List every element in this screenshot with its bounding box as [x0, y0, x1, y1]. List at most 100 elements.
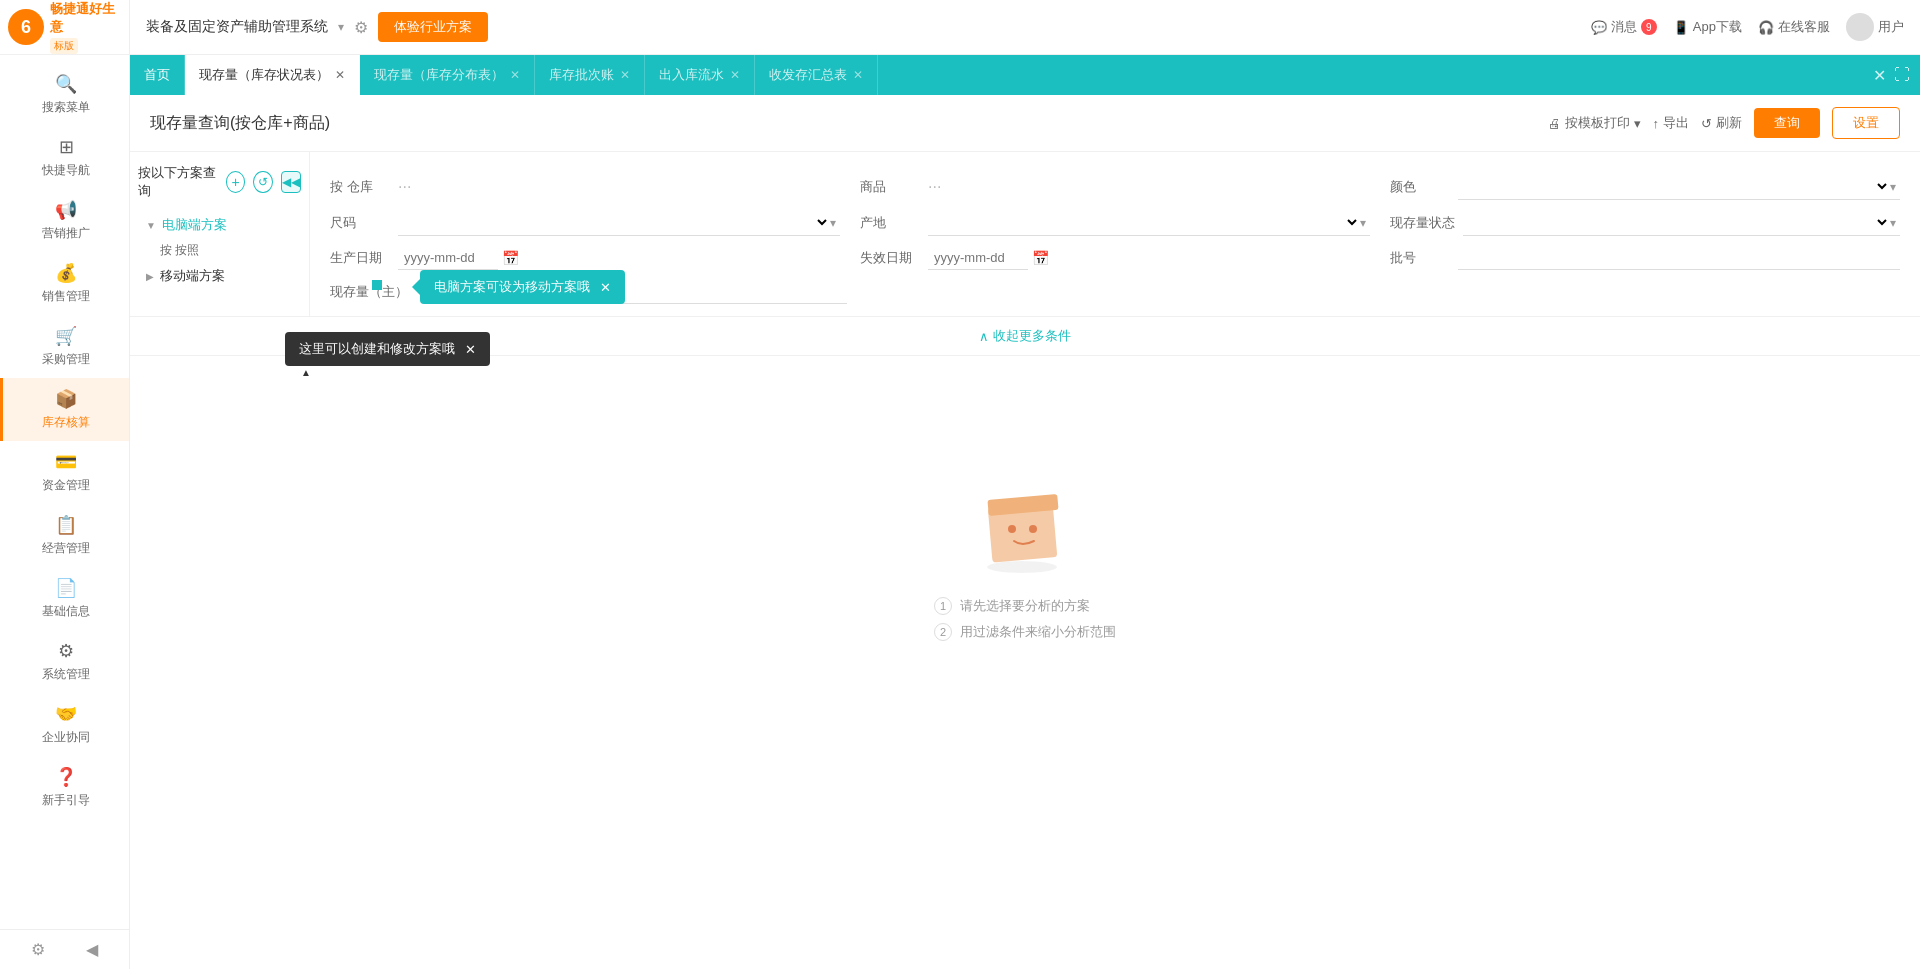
filter-produce-date-label: 生产日期 — [330, 249, 390, 267]
sidebar-item-finance[interactable]: 💳 资金管理 — [0, 441, 129, 504]
filter-size-select[interactable] — [398, 210, 830, 235]
tab-batch-account-close[interactable]: ✕ — [620, 68, 630, 82]
step2-num: 2 — [934, 623, 952, 641]
tab-home-label: 首页 — [144, 66, 170, 84]
filter-row-1: 按 仓库 ··· 商品 ··· 颜色 — [330, 174, 1900, 200]
close-all-tabs-btn[interactable]: ✕ — [1873, 66, 1886, 85]
edit-tooltip-close[interactable]: ✕ — [465, 342, 476, 357]
filter-left-panel: 按以下方案查询 + ↺ ◀◀ ▼ 电脑端方案 按 按照 — [130, 152, 310, 316]
sidebar-item-enterprise[interactable]: 🤝 企业协同 — [0, 693, 129, 756]
topbar-settings-btn[interactable]: ⚙ — [354, 18, 368, 37]
filter-warehouse: 按 仓库 ··· — [330, 174, 840, 200]
filter-add-btn[interactable]: + — [226, 171, 246, 193]
sidebar-item-guide[interactable]: ❓ 新手引导 — [0, 756, 129, 819]
filter-produce-date-calendar[interactable]: 📅 — [502, 250, 519, 266]
empty-step-1: 1 请先选择要分析的方案 — [934, 593, 1116, 619]
set-btn[interactable]: 设置 — [1832, 107, 1900, 139]
filter-stock-status-select[interactable] — [1463, 210, 1890, 235]
print-label: 按模板打印 — [1565, 114, 1630, 132]
filter-size-select-wrap: ▾ — [398, 210, 840, 236]
basic-icon: 📄 — [55, 577, 77, 599]
svg-point-2 — [1008, 525, 1016, 533]
step2-label: 用过滤条件来缩小分析范围 — [960, 619, 1116, 645]
scheme-desktop-children: 按 按照 — [138, 238, 301, 263]
system-dropdown-icon[interactable]: ▾ — [338, 20, 344, 34]
scheme-tooltip-close[interactable]: ✕ — [600, 280, 611, 295]
scheme-desktop[interactable]: ▼ 电脑端方案 — [138, 212, 301, 238]
marketing-icon: 📢 — [55, 199, 77, 221]
refresh-btn[interactable]: ↺ 刷新 — [1701, 114, 1742, 132]
sidebar-item-search[interactable]: 🔍 搜索菜单 — [0, 63, 129, 126]
tab-collect-summary-close[interactable]: ✕ — [853, 68, 863, 82]
sidebar-item-sales-label: 销售管理 — [42, 288, 90, 305]
fullscreen-btn[interactable]: ⛶ — [1894, 66, 1910, 84]
filter-color: 颜色 ▾ — [1390, 174, 1900, 200]
svg-point-4 — [987, 561, 1057, 573]
sidebar-item-marketing-label: 营销推广 — [42, 225, 90, 242]
support-label: 在线客服 — [1778, 18, 1830, 36]
empty-step-2: 2 用过滤条件来缩小分析范围 — [934, 619, 1116, 645]
tab-in-out-flow-label: 出入库流水 — [659, 66, 724, 84]
sidebar-item-quick-nav[interactable]: ⊞ 快捷导航 — [0, 126, 129, 189]
filter-warehouse-dots[interactable]: ··· — [398, 178, 411, 196]
user-label: 用户 — [1878, 18, 1904, 36]
filter-produce-date-start[interactable] — [398, 246, 498, 270]
tab-home[interactable]: 首页 — [130, 55, 185, 95]
sidebar-item-operations-label: 经营管理 — [42, 540, 90, 557]
filter-expire-date-start[interactable] — [928, 246, 1028, 270]
sidebar-collapse-btn[interactable]: ◀ — [86, 940, 98, 959]
main-content: 现存量查询(按仓库+商品) 🖨 按模板打印 ▾ ↑ 导出 ↺ 刷新 查询 设置 — [130, 95, 1920, 969]
support-btn[interactable]: 🎧 在线客服 — [1758, 18, 1830, 36]
scheme-desktop-child-item[interactable]: 按 按照 — [152, 238, 301, 263]
logo-icon: 6 — [8, 9, 44, 45]
scheme-mobile[interactable]: ▶ 移动端方案 — [138, 263, 301, 289]
sidebar-item-basic[interactable]: 📄 基础信息 — [0, 567, 129, 630]
filter-back-btn[interactable]: ◀◀ — [281, 171, 301, 193]
support-icon: 🎧 — [1758, 20, 1774, 35]
tab-inventory-status[interactable]: 现存量（库存状况表） ✕ — [185, 55, 360, 95]
app-download-btn[interactable]: 📱 App下载 — [1673, 18, 1742, 36]
messages-btn[interactable]: 💬 消息 9 — [1591, 18, 1657, 36]
filter-color-select[interactable] — [1458, 174, 1890, 199]
topbar-left: 装备及固定资产辅助管理系统 ▾ ⚙ 体验行业方案 — [146, 12, 488, 42]
inventory-icon: 📦 — [55, 388, 77, 410]
user-btn[interactable]: 用户 — [1846, 13, 1904, 41]
filter-origin-select[interactable] — [928, 210, 1360, 235]
sidebar-item-operations[interactable]: 📋 经营管理 — [0, 504, 129, 567]
empty-steps: 1 请先选择要分析的方案 2 用过滤条件来缩小分析范围 — [934, 593, 1116, 645]
filter-stock-status: 现存量状态 ▾ — [1390, 210, 1900, 236]
sidebar-item-inventory[interactable]: 📦 库存核算 — [0, 378, 129, 441]
tab-collect-summary[interactable]: 收发存汇总表 ✕ — [755, 55, 878, 95]
filter-goods: 商品 ··· — [860, 174, 1370, 200]
filter-batch-input[interactable] — [1458, 246, 1900, 270]
sidebar-item-system[interactable]: ⚙ 系统管理 — [0, 630, 129, 693]
tab-inventory-dist-close[interactable]: ✕ — [510, 68, 520, 82]
sidebar-item-purchase[interactable]: 🛒 采购管理 — [0, 315, 129, 378]
tab-in-out-flow[interactable]: 出入库流水 ✕ — [645, 55, 755, 95]
query-btn[interactable]: 查询 — [1754, 108, 1820, 138]
sidebar-item-finance-label: 资金管理 — [42, 477, 90, 494]
sidebar-item-sales[interactable]: 💰 销售管理 — [0, 252, 129, 315]
tab-inventory-status-close[interactable]: ✕ — [335, 68, 345, 82]
tab-in-out-flow-close[interactable]: ✕ — [730, 68, 740, 82]
edit-tooltip-text: 这里可以创建和修改方案哦 — [299, 340, 455, 358]
sidebar-settings-btn[interactable]: ⚙ — [31, 940, 45, 959]
sidebar-item-marketing[interactable]: 📢 营销推广 — [0, 189, 129, 252]
filter-expire-date-calendar[interactable]: 📅 — [1032, 250, 1049, 266]
refresh-label: 刷新 — [1716, 114, 1742, 132]
svg-point-3 — [1029, 525, 1037, 533]
filter-origin-arrow: ▾ — [1360, 216, 1370, 230]
filter-row-3: 生产日期 📅 失效日期 📅 — [330, 246, 1900, 270]
scheme-mobile-label: 移动端方案 — [160, 267, 225, 285]
industry-btn[interactable]: 体验行业方案 — [378, 12, 488, 42]
filter-refresh-btn[interactable]: ↺ — [253, 171, 273, 193]
tab-batch-account[interactable]: 库存批次账 ✕ — [535, 55, 645, 95]
export-btn[interactable]: ↑ 导出 — [1653, 114, 1690, 132]
print-dropdown-icon: ▾ — [1634, 116, 1641, 131]
print-btn[interactable]: 🖨 按模板打印 ▾ — [1548, 114, 1641, 132]
filter-produce-date-range: 📅 — [398, 246, 519, 270]
filter-goods-dots[interactable]: ··· — [928, 178, 941, 196]
tab-inventory-dist[interactable]: 现存量（库存分布表） ✕ — [360, 55, 535, 95]
empty-illustration: 1 请先选择要分析的方案 2 用过滤条件来缩小分析范围 — [934, 467, 1116, 645]
filter-expire-date-range: 📅 — [928, 246, 1049, 270]
